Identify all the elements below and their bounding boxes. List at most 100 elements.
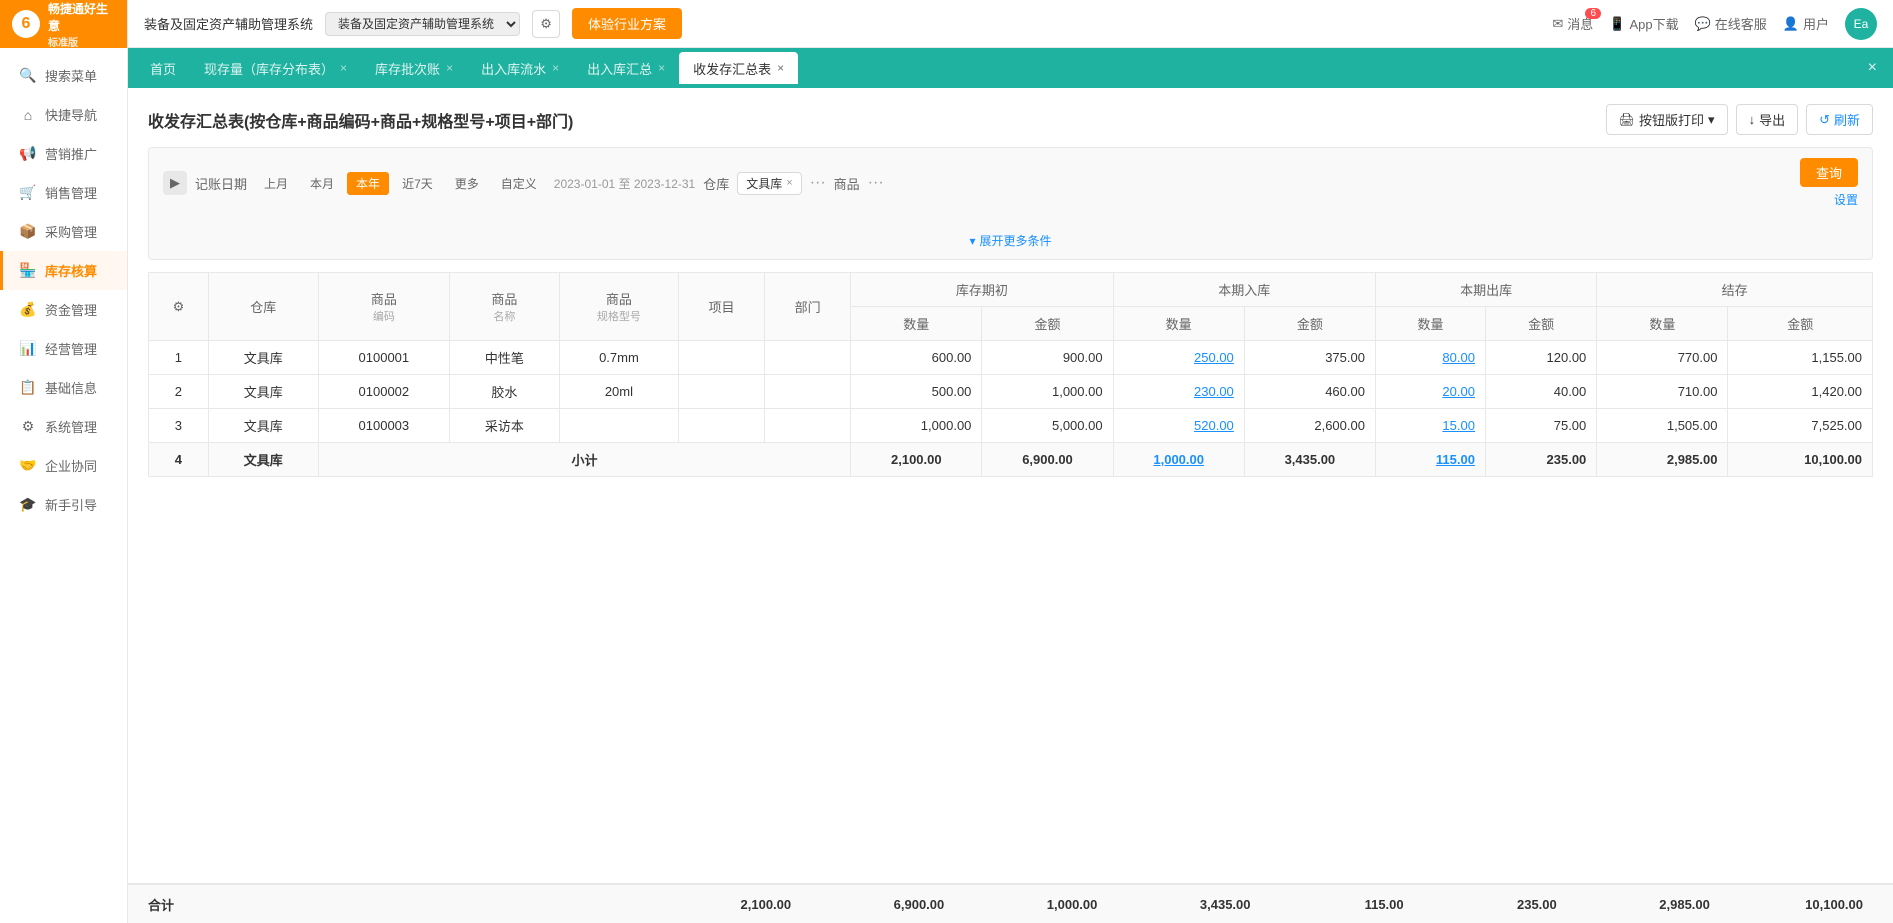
row-dept bbox=[765, 375, 851, 409]
tab-inventory-dist-close[interactable]: × bbox=[340, 61, 347, 75]
logo-icon: 6 bbox=[12, 10, 40, 38]
row-open-amt: 900.00 bbox=[982, 341, 1113, 375]
page-container: 收发存汇总表(按仓库+商品编码+商品+规格型号+项目+部门) 🖨 按钮版打印 ▾… bbox=[128, 88, 1893, 923]
expand-more-button[interactable]: ▾ 展开更多条件 bbox=[969, 232, 1051, 249]
user-avatar[interactable]: Ea bbox=[1845, 8, 1877, 40]
tab-summary-inout-label: 出入库汇总 bbox=[587, 59, 652, 78]
row-out-qty[interactable]: 80.00 bbox=[1375, 341, 1485, 375]
table-header-dept: 部门 bbox=[765, 273, 851, 341]
message-item[interactable]: ✉ 消息 6 bbox=[1552, 14, 1593, 33]
row-name: 中性笔 bbox=[449, 341, 559, 375]
app-download-item[interactable]: 📱 App下载 bbox=[1609, 14, 1678, 33]
row-project bbox=[678, 409, 764, 443]
date-btn-more[interactable]: 更多 bbox=[446, 172, 488, 195]
total-in-qty: 1,000.00 bbox=[954, 897, 1107, 912]
app-download-icon: 📱 bbox=[1609, 16, 1625, 32]
total-bar: 合计 2,100.00 6,900.00 1,000.00 3,435.00 1… bbox=[128, 883, 1893, 923]
sidebar-item-quicknav[interactable]: ⌂ 快捷导航 bbox=[0, 95, 127, 134]
refresh-button[interactable]: ↺ 刷新 bbox=[1806, 104, 1873, 135]
warehouse-tag-text: 文具库 bbox=[746, 175, 782, 192]
sidebar-item-purchase[interactable]: 📦 采购管理 bbox=[0, 212, 127, 251]
subtotal-in-qty[interactable]: 1,000.00 bbox=[1113, 443, 1244, 477]
subtotal-bal-qty: 2,985.00 bbox=[1597, 443, 1728, 477]
main-content: 收发存汇总表(按仓库+商品编码+商品+规格型号+项目+部门) 🖨 按钮版打印 ▾… bbox=[128, 88, 1893, 923]
row-in-qty[interactable]: 250.00 bbox=[1113, 341, 1244, 375]
tab-home-label: 首页 bbox=[150, 59, 176, 78]
print-dropdown-icon: ▾ bbox=[1708, 112, 1715, 128]
trial-button[interactable]: 体验行业方案 bbox=[572, 8, 682, 39]
sidebar-item-system[interactable]: ⚙ 系统管理 bbox=[0, 407, 127, 446]
search-icon: 🔍 bbox=[19, 67, 37, 84]
sidebar-item-search[interactable]: 🔍 搜索菜单 bbox=[0, 56, 127, 95]
tab-rfs-summary-close[interactable]: × bbox=[777, 61, 784, 75]
date-btn-this-year[interactable]: 本年 bbox=[347, 172, 389, 195]
tab-home[interactable]: 首页 bbox=[136, 52, 190, 84]
date-filter-section: 记账日期 上月 本月 本年 近7天 更多 自定义 2023-01-01 至 20… bbox=[195, 172, 695, 195]
sidebar-item-guide[interactable]: 🎓 新手引导 bbox=[0, 485, 127, 524]
table-header-out-amt: 金额 bbox=[1485, 307, 1596, 341]
tab-summary-inout[interactable]: 出入库汇总 × bbox=[573, 52, 679, 84]
date-btn-last-month[interactable]: 上月 bbox=[255, 172, 297, 195]
data-table: ⚙ 仓库 商品编码 商品名称 商品规格型号 项目 部门 库存期初 本期入库 本期… bbox=[148, 272, 1873, 477]
system-dropdown[interactable]: 装备及固定资产辅助管理系统 bbox=[325, 12, 520, 36]
settings-gear-icon[interactable]: ⚙ bbox=[532, 10, 560, 38]
collab-icon: 🤝 bbox=[19, 457, 37, 474]
filter-toggle-button[interactable]: ▶ bbox=[163, 171, 187, 195]
warehouse-ellipsis[interactable]: ··· bbox=[810, 174, 826, 192]
tab-inventory-dist[interactable]: 现存量（库存分布表） × bbox=[190, 52, 361, 84]
row-open-amt: 5,000.00 bbox=[982, 409, 1113, 443]
tab-flow[interactable]: 出入库流水 × bbox=[467, 52, 573, 84]
row-in-qty[interactable]: 230.00 bbox=[1113, 375, 1244, 409]
row-out-qty[interactable]: 15.00 bbox=[1375, 409, 1485, 443]
topbar-title: 装备及固定资产辅助管理系统 bbox=[144, 14, 313, 33]
topbar: 装备及固定资产辅助管理系统 装备及固定资产辅助管理系统 ⚙ 体验行业方案 ✉ 消… bbox=[128, 0, 1893, 48]
date-range: 2023-01-01 至 2023-12-31 bbox=[554, 175, 695, 192]
table-header-code: 商品编码 bbox=[318, 273, 449, 341]
tab-batch-label: 库存批次账 bbox=[375, 59, 440, 78]
tab-batch-close[interactable]: × bbox=[446, 61, 453, 75]
table-col-settings[interactable]: ⚙ bbox=[149, 273, 209, 341]
online-service-item[interactable]: 💬 在线客服 bbox=[1695, 14, 1767, 33]
sidebar-item-basic[interactable]: 📋 基础信息 bbox=[0, 368, 127, 407]
user-item[interactable]: 👤 用户 bbox=[1783, 14, 1829, 33]
row-in-qty[interactable]: 520.00 bbox=[1113, 409, 1244, 443]
sidebar-item-sales[interactable]: 🛒 销售管理 bbox=[0, 173, 127, 212]
tab-flow-close[interactable]: × bbox=[552, 61, 559, 75]
sidebar-item-marketing[interactable]: 📢 营销推广 bbox=[0, 134, 127, 173]
online-service-label: 在线客服 bbox=[1715, 14, 1767, 33]
row-out-qty[interactable]: 20.00 bbox=[1375, 375, 1485, 409]
setting-link[interactable]: 设置 bbox=[1834, 191, 1858, 208]
date-filter-label: 记账日期 bbox=[195, 174, 247, 193]
total-open-qty: 2,100.00 bbox=[648, 897, 801, 912]
tab-rfs-summary[interactable]: 收发存汇总表 × bbox=[679, 52, 798, 84]
sidebar-item-collab[interactable]: 🤝 企业协同 bbox=[0, 446, 127, 485]
sidebar-item-finance[interactable]: 💰 资金管理 bbox=[0, 290, 127, 329]
date-btn-7days[interactable]: 近7天 bbox=[393, 172, 442, 195]
date-btn-this-month[interactable]: 本月 bbox=[301, 172, 343, 195]
filter-bar: ▶ 记账日期 上月 本月 本年 近7天 更多 自定义 2023-01-01 至 … bbox=[148, 147, 1873, 260]
print-button[interactable]: 🖨 按钮版打印 ▾ bbox=[1606, 104, 1728, 135]
table-header-in-qty: 数量 bbox=[1113, 307, 1244, 341]
topbar-left: 装备及固定资产辅助管理系统 装备及固定资产辅助管理系统 ⚙ 体验行业方案 bbox=[144, 8, 682, 39]
row-open-qty: 600.00 bbox=[851, 341, 982, 375]
row-bal-amt: 1,420.00 bbox=[1728, 375, 1873, 409]
table-header-project: 项目 bbox=[678, 273, 764, 341]
sidebar-item-inventory[interactable]: 🏪 库存核算 bbox=[0, 251, 127, 290]
query-button[interactable]: 查询 bbox=[1800, 158, 1858, 187]
date-btn-custom[interactable]: 自定义 bbox=[492, 172, 546, 195]
export-button[interactable]: ↓ 导出 bbox=[1736, 104, 1799, 135]
subtotal-out-qty[interactable]: 115.00 bbox=[1375, 443, 1485, 477]
logo-subtitle: 标准版 bbox=[48, 34, 115, 49]
service-icon: 💬 bbox=[1695, 16, 1711, 32]
tab-batch[interactable]: 库存批次账 × bbox=[361, 52, 467, 84]
table-header-name: 商品名称 bbox=[449, 273, 559, 341]
logo-title: 畅捷通好生意 bbox=[48, 0, 115, 34]
row-spec bbox=[559, 409, 678, 443]
tabs-close-all-button[interactable]: × bbox=[1860, 55, 1885, 81]
goods-ellipsis[interactable]: ··· bbox=[868, 174, 884, 192]
sidebar-item-business[interactable]: 📊 经营管理 bbox=[0, 329, 127, 368]
tab-summary-inout-close[interactable]: × bbox=[658, 61, 665, 75]
subtotal-in-amt: 3,435.00 bbox=[1244, 443, 1375, 477]
warehouse-tag-close-icon[interactable]: × bbox=[786, 177, 792, 189]
row-in-amt: 2,600.00 bbox=[1244, 409, 1375, 443]
